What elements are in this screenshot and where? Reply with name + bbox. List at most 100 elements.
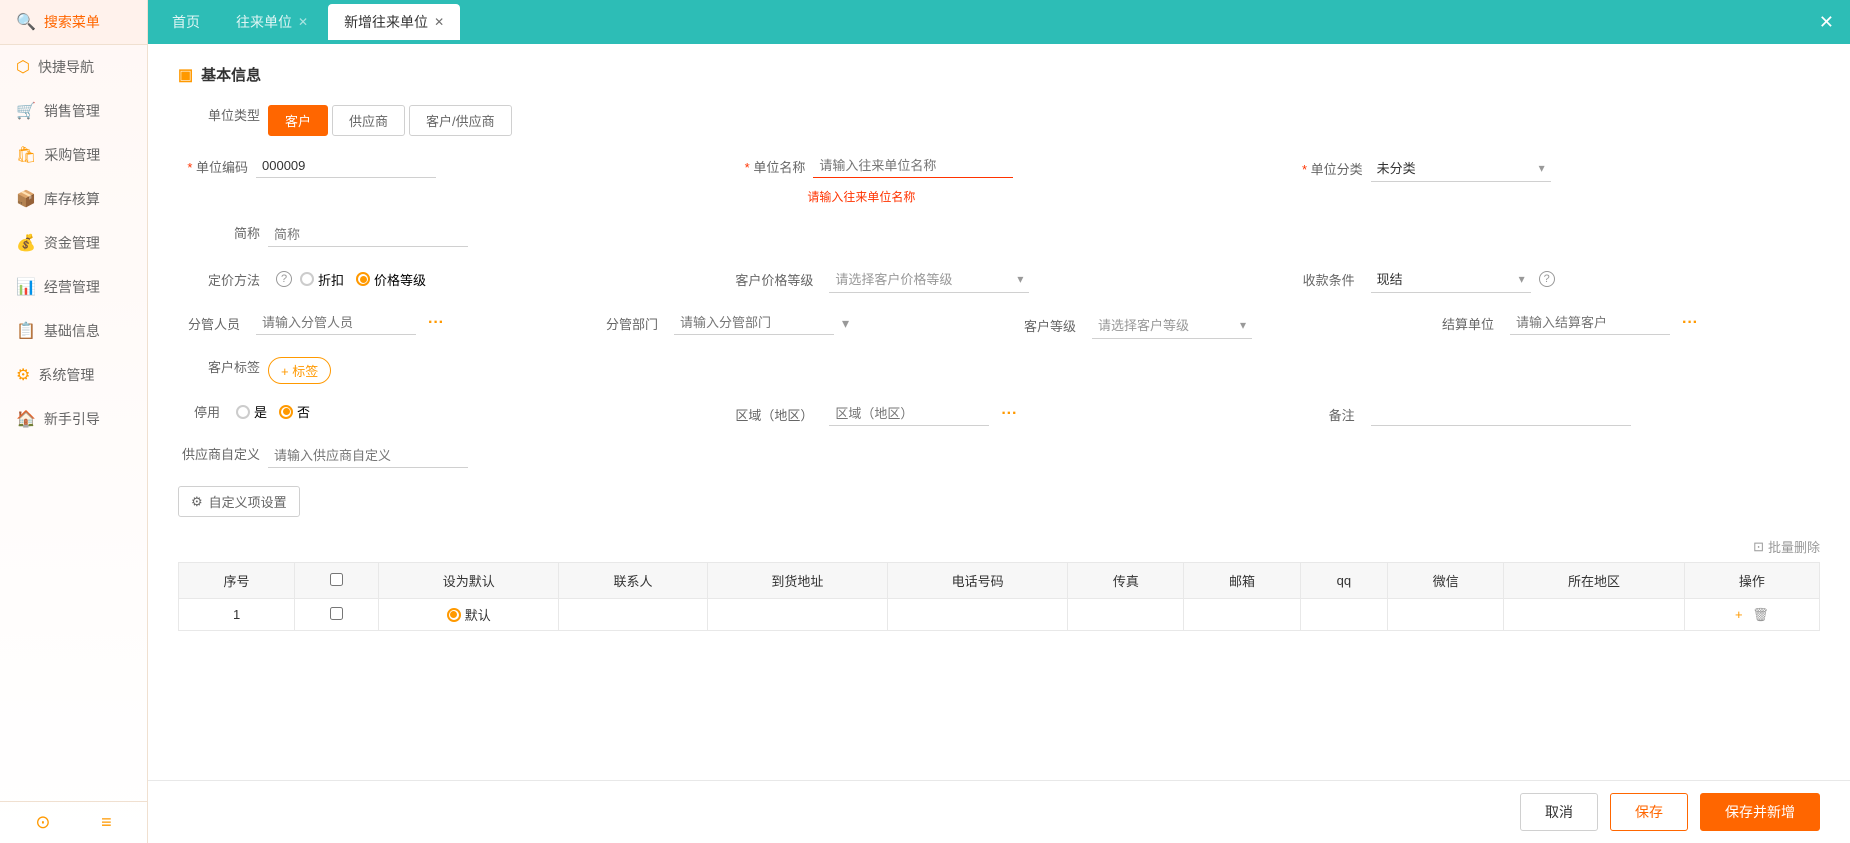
col-wechat: 微信 [1388,563,1504,599]
sidebar-bottom-right-icon[interactable]: ≡ [101,812,112,833]
settle-unit-group: 结算单位 ··· [1432,311,1820,335]
row-checkbox [295,599,379,631]
sidebar-item-operations[interactable]: 📊 经营管理 [0,265,147,309]
sidebar-item-system[interactable]: ⚙ 系统管理 [0,353,147,397]
list-icon: 📋 [16,321,36,341]
unit-name-error: 请输入往来单位名称 [807,188,915,205]
tab-home[interactable]: 首页 [156,4,216,40]
payment-help-icon[interactable]: ? [1539,271,1555,287]
tab-units[interactable]: 往来单位 ✕ [220,4,324,40]
manager-group: 分管人员 ··· [178,311,566,335]
sidebar-item-sales[interactable]: 🛒 销售管理 [0,89,147,133]
sidebar-item-basic-info[interactable]: 📋 基础信息 [0,309,147,353]
pricing-help-icon[interactable]: ? [276,271,292,287]
row-address [707,599,887,631]
row-action: + 🗑 [1684,599,1819,631]
customer-level-select[interactable]: 请选择客户等级 ▾ [1092,311,1252,339]
delete-row-button[interactable]: 🗑 [1752,607,1769,622]
payment-select[interactable]: 现结 ▾ [1371,265,1531,293]
pricing-label: 定价方法 [178,270,268,289]
sidebar-item-search[interactable]: 🔍 搜索菜单 [0,0,147,45]
sidebar-item-inventory[interactable]: 📦 库存核算 [0,177,147,221]
footer: 取消 保存 保存并新增 [148,780,1850,843]
region-more-button[interactable]: ··· [997,405,1021,423]
manager-more-button[interactable]: ··· [424,314,448,332]
region-input[interactable] [829,402,989,426]
guide-icon: 🏠 [16,409,36,429]
money-icon: 💰 [16,233,36,253]
tag-row: 客户标签 + 标签 [178,357,1820,384]
customer-tag-label: 客户标签 [178,357,268,376]
batch-delete-area: ⊡ 批量删除 [178,537,1820,556]
section-icon: ▣ [178,65,193,85]
tab-units-close[interactable]: ✕ [298,15,308,29]
col-fax: 传真 [1068,563,1184,599]
content-area: ▣ 基本信息 单位类型 客户 供应商 客户/供应商 单位编码 单位名称 [148,44,1850,780]
chevron-down-icon: ▾ [1539,161,1545,175]
sidebar-item-guide[interactable]: 🏠 新手引导 [0,397,147,441]
sidebar-item-finance[interactable]: 💰 资金管理 [0,221,147,265]
manager-input[interactable] [256,311,416,335]
tab-new-unit-close[interactable]: ✕ [434,15,444,29]
yes-radio[interactable] [236,405,250,419]
table-row: 1 默认 [179,599,1820,631]
sidebar-bottom-left-icon[interactable]: ⊙ [35,812,50,833]
payment-label: 收款条件 [1293,270,1363,289]
default-radio[interactable] [447,608,461,622]
disable-yes[interactable]: 是 [236,402,267,421]
dept-label: 分管部门 [596,314,666,333]
gear-icon: ⚙ [16,365,30,385]
custom-settings-button[interactable]: ⚙ 自定义项设置 [178,486,300,517]
row-default-radio[interactable]: 默认 [389,605,548,624]
pricing-price-level[interactable]: 价格等级 [356,270,426,289]
note-input[interactable] [1371,402,1631,426]
unit-code-group: 单位编码 [178,154,705,178]
col-contact: 联系人 [559,563,707,599]
type-btn-both[interactable]: 客户/供应商 [409,105,512,136]
batch-delete-label[interactable]: 批量删除 [1768,537,1820,556]
discount-radio[interactable] [300,272,314,286]
price-level-radio[interactable] [356,272,370,286]
sidebar: 🔍 搜索菜单 ⬡ 快捷导航 🛒 销售管理 🛍 采购管理 📦 库存核算 💰 资金管… [0,0,148,843]
col-seq: 序号 [179,563,295,599]
customer-price-select[interactable]: 请选择客户价格等级 ▾ [829,265,1029,293]
unit-category-select[interactable]: 未分类 ▾ [1371,154,1551,182]
sidebar-item-purchase[interactable]: 🛍 采购管理 [0,133,147,177]
supplier-custom-row: 供应商自定义 [178,444,1820,468]
add-row-button[interactable]: + [1735,607,1743,622]
row-seq: 1 [179,599,295,631]
no-radio[interactable] [279,405,293,419]
pricing-discount[interactable]: 折扣 [300,270,344,289]
manager-row: 分管人员 ··· 分管部门 ▾ 客户等级 请选择客户等级 ▾ 结算单位 ··· [178,311,1820,339]
disable-region-row: 停用 是 否 区域（地区） ··· 备注 [178,402,1820,426]
sidebar-item-quick-nav[interactable]: ⬡ 快捷导航 [0,45,147,89]
tab-close-all-button[interactable]: ✕ [1811,8,1842,37]
add-tag-button[interactable]: + 标签 [268,357,331,384]
supplier-custom-input[interactable] [268,444,468,468]
pricing-radio-group: 折扣 价格等级 [300,270,426,289]
gear-small-icon: ⚙ [191,494,203,510]
short-name-input[interactable] [268,223,468,247]
type-btn-supplier[interactable]: 供应商 [332,105,405,136]
bag-icon: 🛍 [16,145,36,165]
row-checkbox-input[interactable] [330,607,343,620]
cancel-button[interactable]: 取消 [1520,793,1598,831]
unit-code-input[interactable] [256,154,436,178]
tab-bar: 首页 往来单位 ✕ 新增往来单位 ✕ ✕ [148,0,1850,44]
contacts-table: 序号 设为默认 联系人 到货地址 电话号码 传真 邮箱 qq 微信 所在地区 操… [178,562,1820,631]
row-phone [888,599,1068,631]
col-qq: qq [1300,563,1388,599]
unit-name-group: 单位名称 请输入往来单位名称 [735,154,1262,205]
type-btn-customer[interactable]: 客户 [268,105,328,136]
settle-unit-more-button[interactable]: ··· [1678,314,1702,332]
unit-name-input[interactable] [813,154,1013,178]
save-button[interactable]: 保存 [1610,793,1688,831]
settle-unit-input[interactable] [1510,311,1670,335]
customer-price-label: 客户价格等级 [735,270,821,289]
save-add-button[interactable]: 保存并新增 [1700,793,1820,831]
row-wechat [1388,599,1504,631]
disable-no[interactable]: 否 [279,402,310,421]
tab-new-unit[interactable]: 新增往来单位 ✕ [328,4,460,40]
select-all-checkbox[interactable] [330,573,343,586]
dept-input[interactable] [674,311,834,335]
